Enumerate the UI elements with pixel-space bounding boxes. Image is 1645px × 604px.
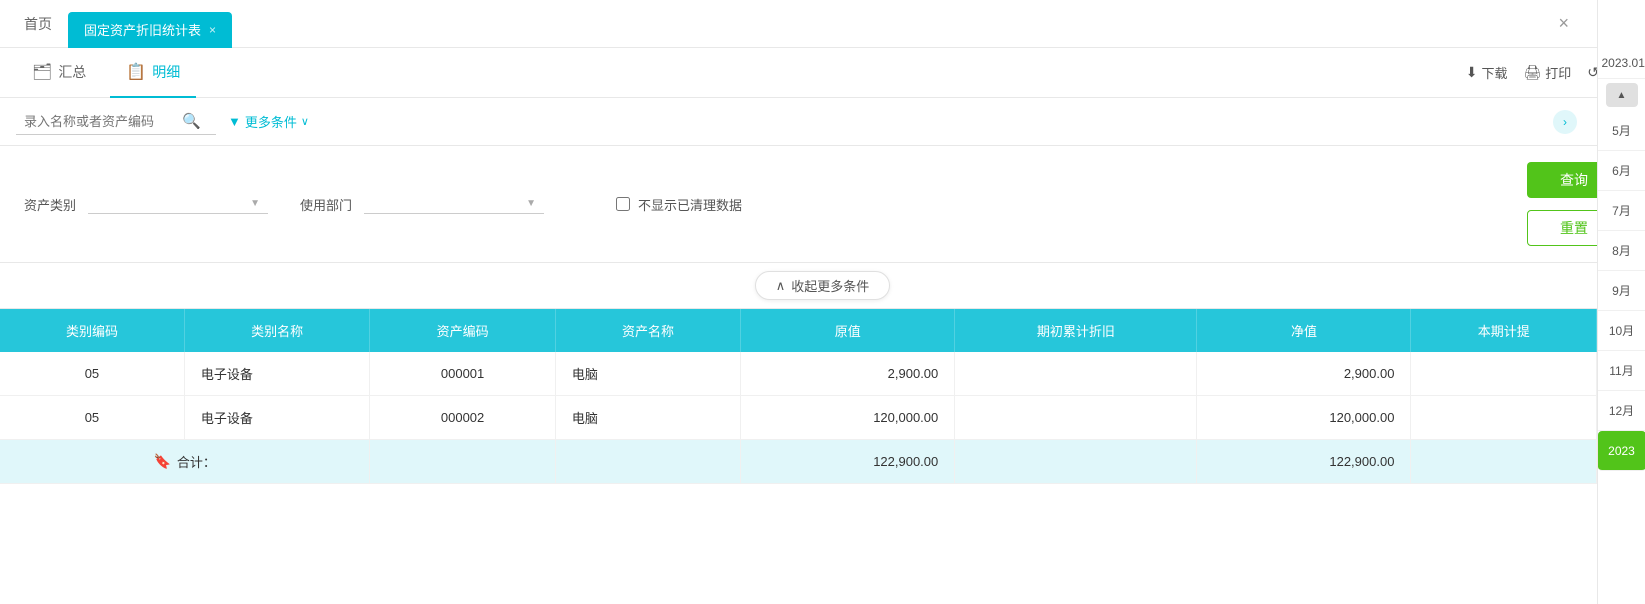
collapse-label: 收起更多条件 <box>791 276 869 295</box>
more-conditions-label: 更多条件 <box>245 112 297 131</box>
print-button[interactable]: 🖨 打印 <box>1523 63 1571 82</box>
table-row: 05 电子设备 000002 电脑 120,000.00 120,000.00 <box>0 396 1597 440</box>
hide-cleared-checkbox[interactable] <box>616 197 630 211</box>
total-row: 🔖 合计： 122,900.00 122,900.00 <box>0 440 1597 484</box>
tab-detail[interactable]: 📋 明细 <box>110 48 196 98</box>
department-select[interactable]: ▼ <box>364 194 544 214</box>
print-label: 打印 <box>1545 63 1571 82</box>
print-icon: 🖨 <box>1523 64 1541 81</box>
data-table-wrap: 类别编码 类别名称 资产编码 资产名称 原值 期初累计折旧 净值 本期计提 05… <box>0 309 1597 604</box>
collapse-up-icon: ∧ <box>776 278 786 294</box>
close-window-icon[interactable]: × <box>1558 13 1569 34</box>
sidebar-month-11[interactable]: 11月 <box>1598 351 1645 391</box>
filter-bar: 🔍 ▼ 更多条件 ∨ › <box>0 98 1645 146</box>
filter-row-1: 资产类别 ▼ 使用部门 ▼ 不显示已清理数据 查询 重置 <box>24 162 1621 246</box>
expand-sidebar-btn[interactable]: › <box>1553 110 1577 134</box>
total-current-depr <box>1411 440 1597 484</box>
close-tab-icon[interactable]: × <box>209 23 216 37</box>
asset-category-label: 资产类别 <box>24 195 76 214</box>
table-header-row: 类别编码 类别名称 资产编码 资产名称 原值 期初累计折旧 净值 本期计提 <box>0 309 1597 352</box>
summary-tab-label: 汇总 <box>58 62 86 82</box>
search-input[interactable] <box>24 114 174 129</box>
sidebar-year-2023[interactable]: 2023 <box>1598 431 1645 471</box>
search-wrap: 🔍 <box>16 108 216 135</box>
sidebar-scroll-up[interactable]: ▲ <box>1606 83 1638 107</box>
cell-asset-name: 电脑 <box>555 352 740 396</box>
search-icon[interactable]: 🔍 <box>182 112 201 130</box>
asset-category-field: 资产类别 ▼ <box>24 194 268 214</box>
download-button[interactable]: ⬇ 下载 <box>1466 63 1508 82</box>
right-sidebar: 2023.01 ▲ 5月 6月 7月 8月 9月 10月 11月 12月 202… <box>1597 0 1645 604</box>
cell-accumulated-depr <box>955 396 1197 440</box>
sidebar-date-label: 2023.01 <box>1598 48 1645 79</box>
col-net-value: 净值 <box>1197 309 1411 352</box>
cell-category-name: 电子设备 <box>184 352 369 396</box>
cell-asset-code: 000002 <box>370 396 555 440</box>
total-net-value: 122,900.00 <box>1197 440 1411 484</box>
sidebar-month-9[interactable]: 9月 <box>1598 271 1645 311</box>
total-empty-2 <box>555 440 740 484</box>
hide-cleared-label: 不显示已清理数据 <box>638 195 742 214</box>
cell-original-value: 2,900.00 <box>741 352 955 396</box>
total-empty-1 <box>370 440 555 484</box>
sidebar-month-7[interactable]: 7月 <box>1598 191 1645 231</box>
fixed-asset-tab[interactable]: 固定资产折旧统计表 × <box>68 12 232 48</box>
cell-current-depr <box>1411 352 1597 396</box>
cell-accumulated-depr <box>955 352 1197 396</box>
department-label: 使用部门 <box>300 195 352 214</box>
home-tab[interactable]: 首页 <box>16 14 60 34</box>
col-category-code: 类别编码 <box>0 309 184 352</box>
total-text: 合计： <box>177 452 216 471</box>
download-label: 下载 <box>1481 63 1507 82</box>
total-label-cell: 🔖 合计： <box>0 440 370 484</box>
cell-asset-name: 电脑 <box>555 396 740 440</box>
cell-category-code: 05 <box>0 352 184 396</box>
table-row: 05 电子设备 000001 电脑 2,900.00 2,900.00 <box>0 352 1597 396</box>
hide-cleared-wrap: 不显示已清理数据 <box>616 195 742 214</box>
chevron-down-icon: ∨ <box>301 115 309 128</box>
detail-icon: 📋 <box>126 62 146 82</box>
col-asset-name: 资产名称 <box>555 309 740 352</box>
tab-label: 固定资产折旧统计表 <box>84 20 201 39</box>
cell-original-value: 120,000.00 <box>741 396 955 440</box>
detail-tab-label: 明细 <box>152 62 180 82</box>
department-arrow: ▼ <box>526 198 536 209</box>
sidebar-month-10[interactable]: 10月 <box>1598 311 1645 351</box>
sidebar-month-8[interactable]: 8月 <box>1598 231 1645 271</box>
download-icon: ⬇ <box>1466 64 1478 81</box>
col-asset-code: 资产编码 <box>370 309 555 352</box>
tab-summary[interactable]: 🗂 汇总 <box>16 48 102 98</box>
sidebar-month-5[interactable]: 5月 <box>1598 111 1645 151</box>
cell-current-depr <box>1411 396 1597 440</box>
col-original-value: 原值 <box>741 309 955 352</box>
col-current-depr: 本期计提 <box>1411 309 1597 352</box>
sub-tabs-bar: 🗂 汇总 📋 明细 ⬇ 下载 🖨 打印 ↺ 刷新 <box>0 48 1645 98</box>
total-original-value: 122,900.00 <box>741 440 955 484</box>
more-conditions-btn[interactable]: ▼ 更多条件 ∨ <box>228 112 309 131</box>
asset-category-arrow: ▼ <box>250 198 260 209</box>
col-category-name: 类别名称 <box>184 309 369 352</box>
summary-icon: 🗂 <box>32 62 52 82</box>
cell-net-value: 2,900.00 <box>1197 352 1411 396</box>
asset-category-select[interactable]: ▼ <box>88 194 268 214</box>
total-accumulated-depr <box>955 440 1197 484</box>
cell-asset-code: 000001 <box>370 352 555 396</box>
cell-net-value: 120,000.00 <box>1197 396 1411 440</box>
filter-icon: ▼ <box>228 114 241 129</box>
department-field: 使用部门 ▼ <box>300 194 544 214</box>
top-nav: 首页 固定资产折旧统计表 × × <box>0 0 1645 48</box>
sidebar-month-12[interactable]: 12月 <box>1598 391 1645 431</box>
cell-category-name: 电子设备 <box>184 396 369 440</box>
total-icon: 🔖 <box>153 453 170 470</box>
cell-category-code: 05 <box>0 396 184 440</box>
data-table: 类别编码 类别名称 资产编码 资产名称 原值 期初累计折旧 净值 本期计提 05… <box>0 309 1597 484</box>
sidebar-month-6[interactable]: 6月 <box>1598 151 1645 191</box>
collapse-button[interactable]: ∧ 收起更多条件 <box>755 271 891 300</box>
col-accumulated-depr: 期初累计折旧 <box>955 309 1197 352</box>
collapse-bar: ∧ 收起更多条件 <box>0 263 1645 309</box>
advanced-filter: 资产类别 ▼ 使用部门 ▼ 不显示已清理数据 查询 重置 <box>0 146 1645 263</box>
